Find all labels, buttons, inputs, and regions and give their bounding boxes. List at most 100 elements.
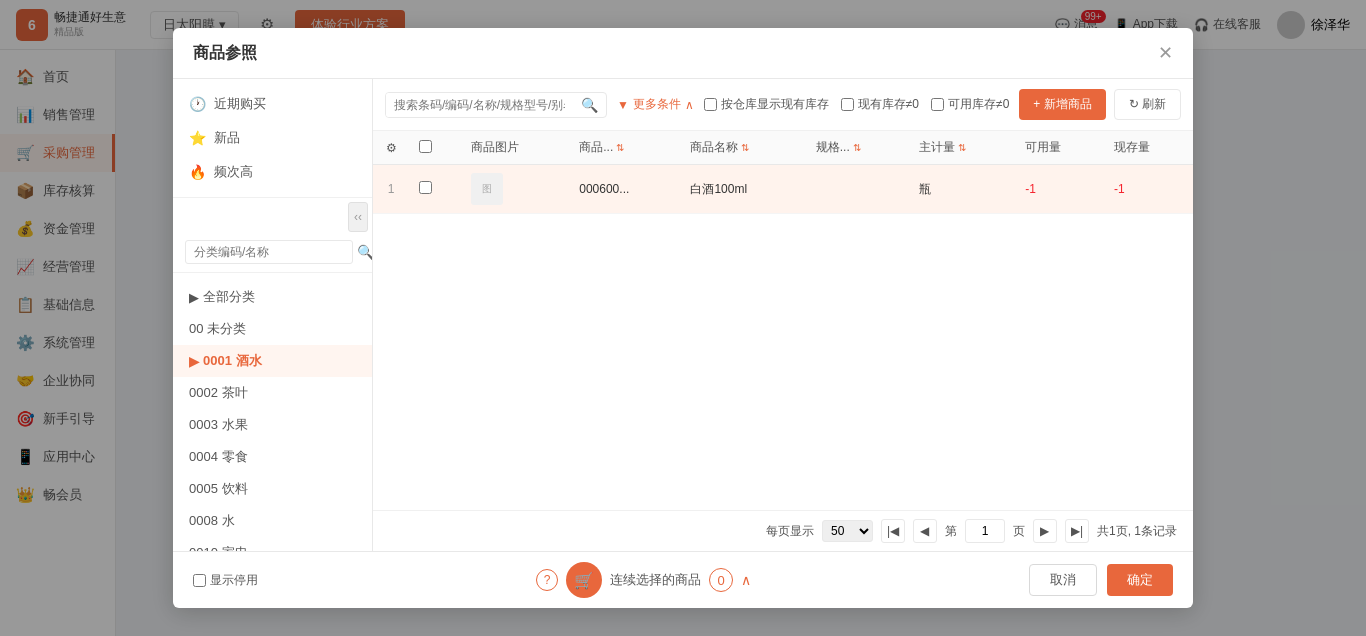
checkbox-available-nonzero-input[interactable]: [931, 98, 944, 111]
table-header-row: ⚙ 商品图片 商品... ⇅: [373, 131, 1193, 165]
category-0001-label: 0001 酒水: [203, 352, 262, 370]
filter-icon: ▼: [617, 98, 629, 112]
row-image-cell: 图: [461, 165, 569, 214]
category-search-area: 🔍: [173, 232, 372, 273]
category-0008[interactable]: 0008 水: [173, 505, 372, 537]
show-disabled-input[interactable]: [193, 574, 206, 587]
select-all-checkbox[interactable]: [419, 140, 432, 153]
category-0005[interactable]: 0005 饮料: [173, 473, 372, 505]
category-0004[interactable]: 0004 零食: [173, 441, 372, 473]
category-00-label: 00 未分类: [189, 320, 246, 338]
sort-name-icon: ⇅: [741, 142, 749, 153]
th-spec-label: 规格...: [816, 139, 850, 156]
product-search-input[interactable]: [386, 93, 573, 117]
row-spec: [806, 165, 909, 214]
th-image: 商品图片: [461, 131, 569, 165]
row-stock: -1: [1104, 165, 1193, 214]
category-00[interactable]: 00 未分类: [173, 313, 372, 345]
category-0008-label: 0008 水: [189, 512, 235, 530]
checkbox-by-warehouse-input[interactable]: [704, 98, 717, 111]
modal-overlay: 商品参照 ✕ 🕐 近期购买 ⭐ 新品 🔥: [0, 0, 1366, 636]
tab-recent[interactable]: 🕐 近期购买: [173, 87, 372, 121]
page-size-select[interactable]: 50 20 100: [822, 520, 873, 542]
th-checkbox[interactable]: [409, 131, 461, 165]
th-available: 可用量: [1015, 131, 1104, 165]
toolbar: 🔍 ▼ 更多条件 ∧ 按仓库显示现有库存: [373, 79, 1193, 131]
product-search-field[interactable]: 🔍: [385, 92, 607, 118]
page-number-input[interactable]: [965, 519, 1005, 543]
th-code[interactable]: 商品... ⇅: [569, 131, 680, 165]
th-name[interactable]: 商品名称 ⇅: [680, 131, 805, 165]
page-label: 第: [945, 523, 957, 540]
tab-new-label: 新品: [214, 129, 240, 147]
cancel-button[interactable]: 取消: [1029, 564, 1097, 596]
category-all-label: 全部分类: [203, 288, 255, 306]
confirm-button[interactable]: 确定: [1107, 564, 1173, 596]
first-page-button[interactable]: |◀: [881, 519, 905, 543]
category-list: ▶ 全部分类 00 未分类 ▶ 0001 酒水 0002 茶叶 0003 水果: [173, 273, 372, 551]
filter-checkboxes: 按仓库显示现有库存 现有库存≠0 可用库存≠0: [704, 96, 1010, 113]
checkbox-by-warehouse[interactable]: 按仓库显示现有库存: [704, 96, 829, 113]
page-size-label: 每页显示: [766, 523, 814, 540]
footer-left: 显示停用: [193, 572, 258, 589]
footer-center: ? 🛒 连续选择的商品 0 ∧: [536, 562, 751, 598]
product-table: ⚙ 商品图片 商品... ⇅: [373, 131, 1193, 214]
cart-icon[interactable]: 🛒: [566, 562, 602, 598]
row-unit: 瓶: [909, 165, 1015, 214]
category-all[interactable]: ▶ 全部分类: [173, 281, 372, 313]
cart-label: 连续选择的商品: [610, 571, 701, 589]
tab-new[interactable]: ⭐ 新品: [173, 121, 372, 155]
checkbox-available-nonzero[interactable]: 可用库存≠0: [931, 96, 1009, 113]
row-checkbox-cell[interactable]: [409, 165, 461, 214]
th-spec[interactable]: 规格... ⇅: [806, 131, 909, 165]
frequent-icon: 🔥: [189, 164, 206, 180]
row-name: 白酒100ml: [680, 165, 805, 214]
th-unit-label: 主计量: [919, 139, 955, 156]
sort-code-icon: ⇅: [616, 142, 624, 153]
tab-frequent-label: 频次高: [214, 163, 253, 181]
tab-frequent[interactable]: 🔥 频次高: [173, 155, 372, 189]
new-icon: ⭐: [189, 130, 206, 146]
th-name-label: 商品名称: [690, 139, 738, 156]
next-page-button[interactable]: ▶: [1033, 519, 1057, 543]
last-page-button[interactable]: ▶|: [1065, 519, 1089, 543]
refresh-button[interactable]: ↻ 刷新: [1114, 89, 1181, 120]
th-settings[interactable]: ⚙: [373, 131, 409, 165]
category-search-icon[interactable]: 🔍: [357, 244, 373, 260]
row-available: -1: [1015, 165, 1104, 214]
th-unit[interactable]: 主计量 ⇅: [909, 131, 1015, 165]
pagination-bar: 每页显示 50 20 100 |◀ ◀ 第 页 ▶ ▶| 共1页, 1条记录: [373, 510, 1193, 551]
sort-spec-icon: ⇅: [853, 142, 861, 153]
row-checkbox[interactable]: [419, 181, 432, 194]
filter-chevron-icon: ∧: [685, 98, 694, 112]
category-0004-label: 0004 零食: [189, 448, 248, 466]
sort-unit-icon: ⇅: [958, 142, 966, 153]
checkbox-stock-nonzero-input[interactable]: [841, 98, 854, 111]
category-0003[interactable]: 0003 水果: [173, 409, 372, 441]
panel-collapse-button[interactable]: ‹‹: [348, 202, 368, 232]
footer-collapse-icon[interactable]: ∧: [741, 572, 751, 588]
product-search-button[interactable]: 🔍: [573, 97, 606, 113]
show-disabled-checkbox[interactable]: 显示停用: [193, 572, 258, 589]
page-suffix: 页: [1013, 523, 1025, 540]
category-0001[interactable]: ▶ 0001 酒水: [173, 345, 372, 377]
add-product-button[interactable]: + 新增商品: [1019, 89, 1105, 120]
th-stock: 现存量: [1104, 131, 1193, 165]
modal-close-button[interactable]: ✕: [1158, 42, 1173, 64]
category-0002[interactable]: 0002 茶叶: [173, 377, 372, 409]
category-0003-label: 0003 水果: [189, 416, 248, 434]
th-code-label: 商品...: [579, 139, 613, 156]
table-row[interactable]: 1 图 000600... 白酒100ml 瓶 -1 -1: [373, 165, 1193, 214]
right-panel: 🔍 ▼ 更多条件 ∧ 按仓库显示现有库存: [373, 79, 1193, 551]
more-filters-button[interactable]: ▼ 更多条件 ∧: [617, 96, 694, 113]
category-all-arrow: ▶: [189, 290, 199, 305]
recent-icon: 🕐: [189, 96, 206, 112]
cart-count: 0: [709, 568, 733, 592]
category-0010[interactable]: 0010 家电: [173, 537, 372, 551]
prev-page-button[interactable]: ◀: [913, 519, 937, 543]
checkbox-stock-nonzero[interactable]: 现有库存≠0: [841, 96, 919, 113]
category-0005-label: 0005 饮料: [189, 480, 248, 498]
category-search-input[interactable]: [185, 240, 353, 264]
tab-recent-label: 近期购买: [214, 95, 266, 113]
help-icon[interactable]: ?: [536, 569, 558, 591]
